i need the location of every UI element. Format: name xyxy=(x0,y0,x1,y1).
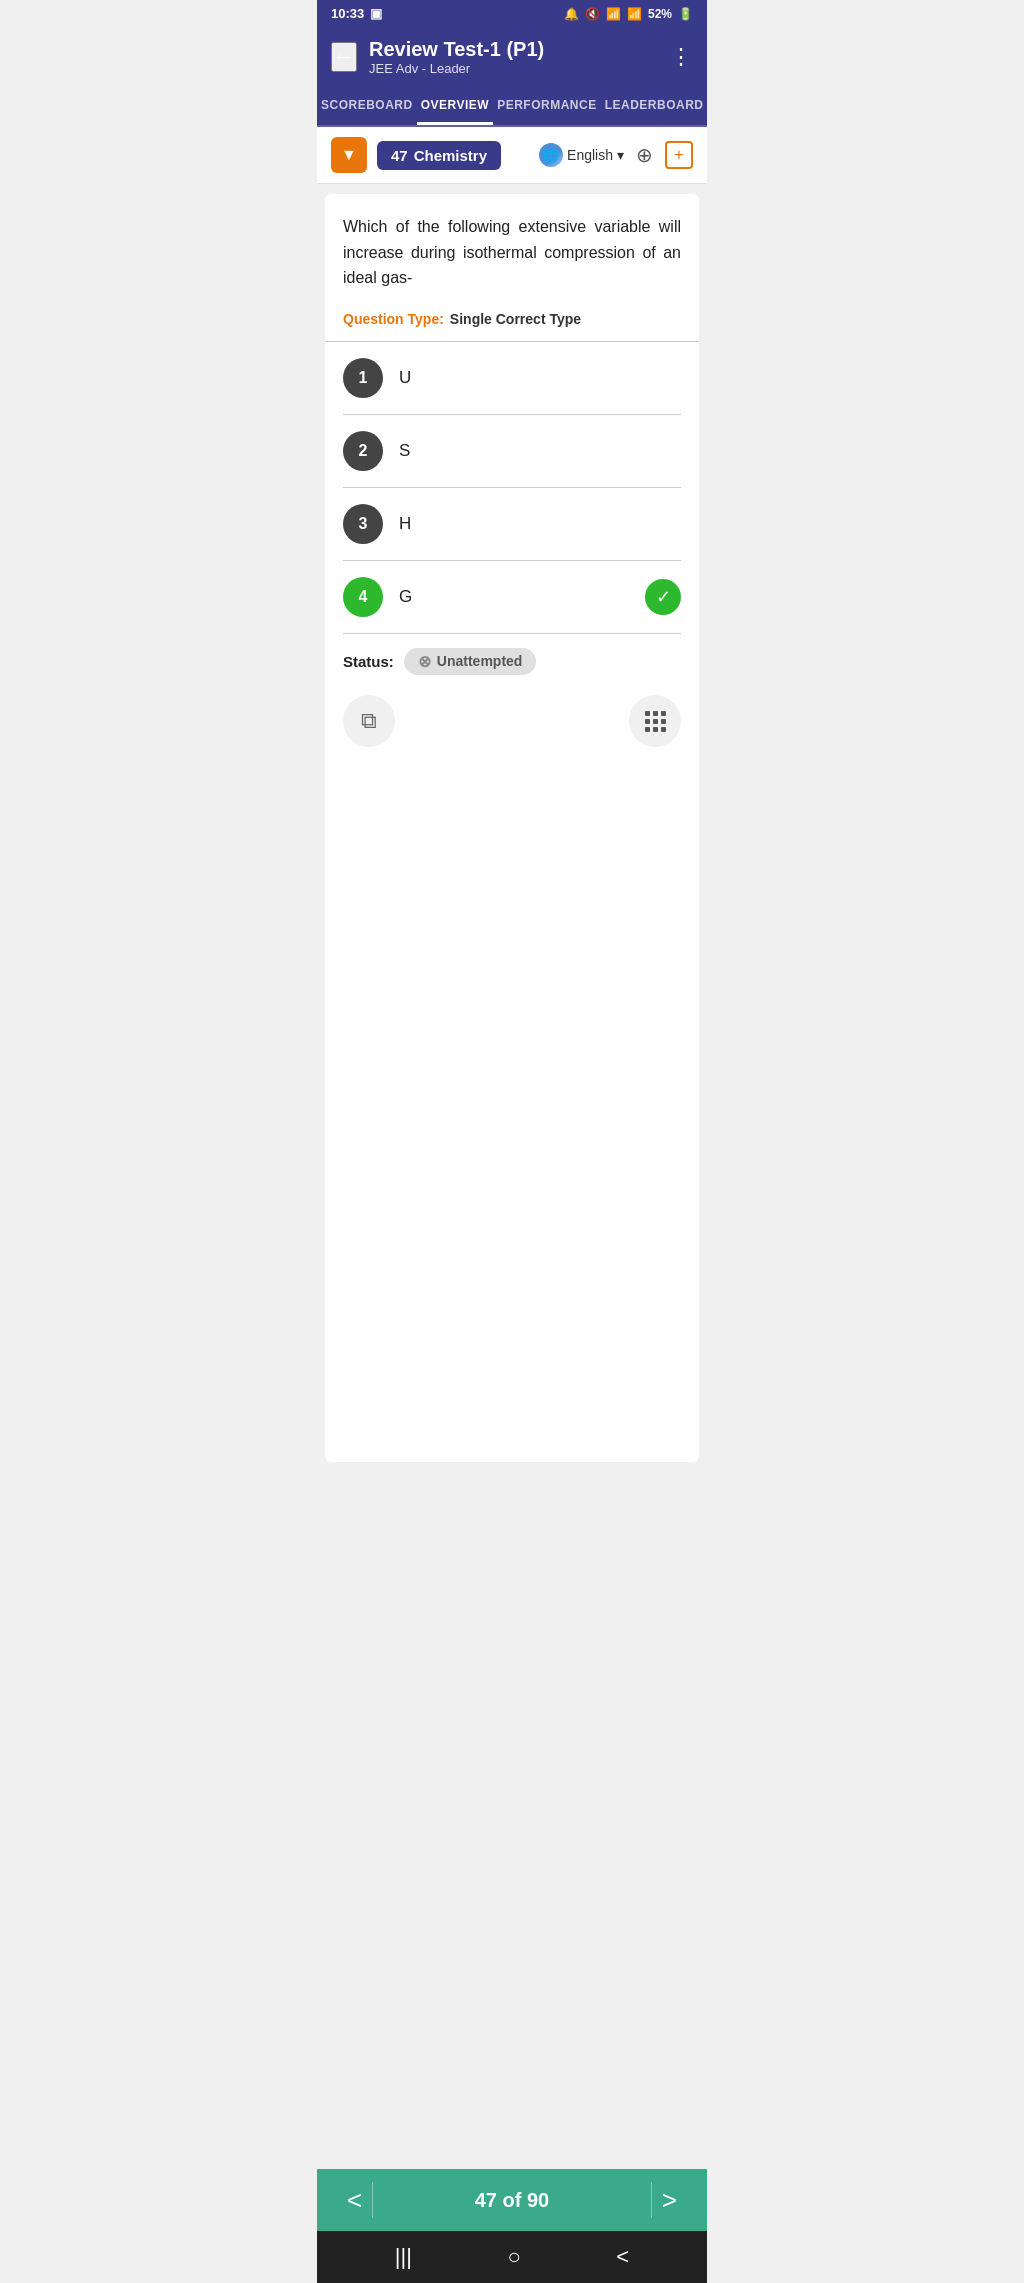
nav-home-icon: ○ xyxy=(508,2244,521,2270)
option-row-3[interactable]: 3 H xyxy=(343,488,681,561)
nav-bar: ||| ○ < xyxy=(317,2231,707,2283)
option-circle-2: 2 xyxy=(343,431,383,471)
globe-icon: 🌐 xyxy=(539,143,563,167)
page-text: 47 of 90 xyxy=(373,2189,651,2212)
nav-back-button[interactable]: < xyxy=(616,2244,629,2270)
option-text-3: H xyxy=(399,514,681,534)
spacer xyxy=(317,1472,707,2169)
question-card: Which of the following extensive variabl… xyxy=(325,194,699,1462)
sim-icon: ▣ xyxy=(370,6,382,21)
nav-home-button[interactable]: ○ xyxy=(508,2244,521,2270)
signal-icon: 📶 xyxy=(627,7,642,21)
language-arrow: ▾ xyxy=(617,147,624,163)
option-row-2[interactable]: 2 S xyxy=(343,415,681,488)
language-button[interactable]: 🌐 English ▾ xyxy=(539,143,624,167)
grid-button[interactable] xyxy=(629,695,681,747)
subject-badge: 47 Chemistry xyxy=(377,141,501,170)
prev-button[interactable]: < xyxy=(337,2185,372,2216)
option-row-4[interactable]: 4 G ✓ xyxy=(343,561,681,634)
tab-performance[interactable]: PERFORMANCE xyxy=(493,86,601,125)
status-row: Status: ⊗ Unattempted xyxy=(343,634,681,685)
copy-icon: ⧉ xyxy=(361,708,377,734)
tab-scoreboard[interactable]: SCOREBOARD xyxy=(317,86,417,125)
alarm-icon: 🔔 xyxy=(564,7,579,21)
filter-button[interactable]: ▼ xyxy=(331,137,367,173)
header-title-block: Review Test-1 (P1) JEE Adv - Leader xyxy=(369,37,658,76)
question-type-value: Single Correct Type xyxy=(450,311,581,327)
status-value: Unattempted xyxy=(437,653,523,669)
tabs-bar: SCOREBOARD OVERVIEW PERFORMANCE LEADERBO… xyxy=(317,86,707,127)
question-text: Which of the following extensive variabl… xyxy=(343,214,681,291)
question-type-label: Question Type: xyxy=(343,311,444,327)
toolbar-right: 🌐 English ▾ ⊕ + xyxy=(539,141,693,169)
option-circle-3: 3 xyxy=(343,504,383,544)
more-button[interactable]: ⋮ xyxy=(670,44,693,70)
copy-button[interactable]: ⧉ xyxy=(343,695,395,747)
question-type-row: Question Type: Single Correct Type xyxy=(343,311,681,327)
search-button[interactable]: ⊕ xyxy=(636,143,653,167)
back-button[interactable]: ← xyxy=(331,42,357,72)
subject-name: Chemistry xyxy=(414,147,487,164)
toolbar: ▼ 47 Chemistry 🌐 English ▾ ⊕ + xyxy=(317,127,707,184)
status-bar-left: 10:33 ▣ xyxy=(331,6,382,21)
header-subtitle: JEE Adv - Leader xyxy=(369,61,658,76)
status-x-icon: ⊗ xyxy=(418,652,431,671)
tab-leaderboard[interactable]: LEADERBOARD xyxy=(601,86,707,125)
mute-icon: 🔇 xyxy=(585,7,600,21)
option-circle-4: 4 xyxy=(343,577,383,617)
status-bar: 10:33 ▣ 🔔 🔇 📶 📶 52% 🔋 xyxy=(317,0,707,27)
nav-back-icon: < xyxy=(616,2244,629,2270)
nav-menu-icon: ||| xyxy=(395,2244,412,2270)
tab-overview[interactable]: OVERVIEW xyxy=(417,86,493,125)
time: 10:33 xyxy=(331,6,364,21)
bookmark-button[interactable]: + xyxy=(665,141,693,169)
grid-icon xyxy=(645,711,665,731)
action-row: ⧉ xyxy=(343,685,681,753)
status-badge: ⊗ Unattempted xyxy=(404,648,537,675)
header: ← Review Test-1 (P1) JEE Adv - Leader ⋮ xyxy=(317,27,707,86)
bookmark-icon: + xyxy=(674,146,683,164)
option-text-2: S xyxy=(399,441,681,461)
filter-icon: ▼ xyxy=(341,146,357,164)
status-bar-right: 🔔 🔇 📶 📶 52% 🔋 xyxy=(564,7,693,21)
next-button[interactable]: > xyxy=(652,2185,687,2216)
pagination-bar: < 47 of 90 > xyxy=(317,2169,707,2231)
battery-level: 52% xyxy=(648,7,672,21)
correct-check-icon: ✓ xyxy=(645,579,681,615)
search-icon: ⊕ xyxy=(636,144,653,166)
option-text-1: U xyxy=(399,368,681,388)
nav-menu-button[interactable]: ||| xyxy=(395,2244,412,2270)
option-text-4: G xyxy=(399,587,629,607)
battery-icon: 🔋 xyxy=(678,7,693,21)
status-label: Status: xyxy=(343,653,394,670)
language-label: English xyxy=(567,147,613,163)
option-row-1[interactable]: 1 U xyxy=(343,342,681,415)
question-number: 47 xyxy=(391,147,408,164)
option-circle-1: 1 xyxy=(343,358,383,398)
header-title: Review Test-1 (P1) xyxy=(369,37,658,61)
wifi-icon: 📶 xyxy=(606,7,621,21)
